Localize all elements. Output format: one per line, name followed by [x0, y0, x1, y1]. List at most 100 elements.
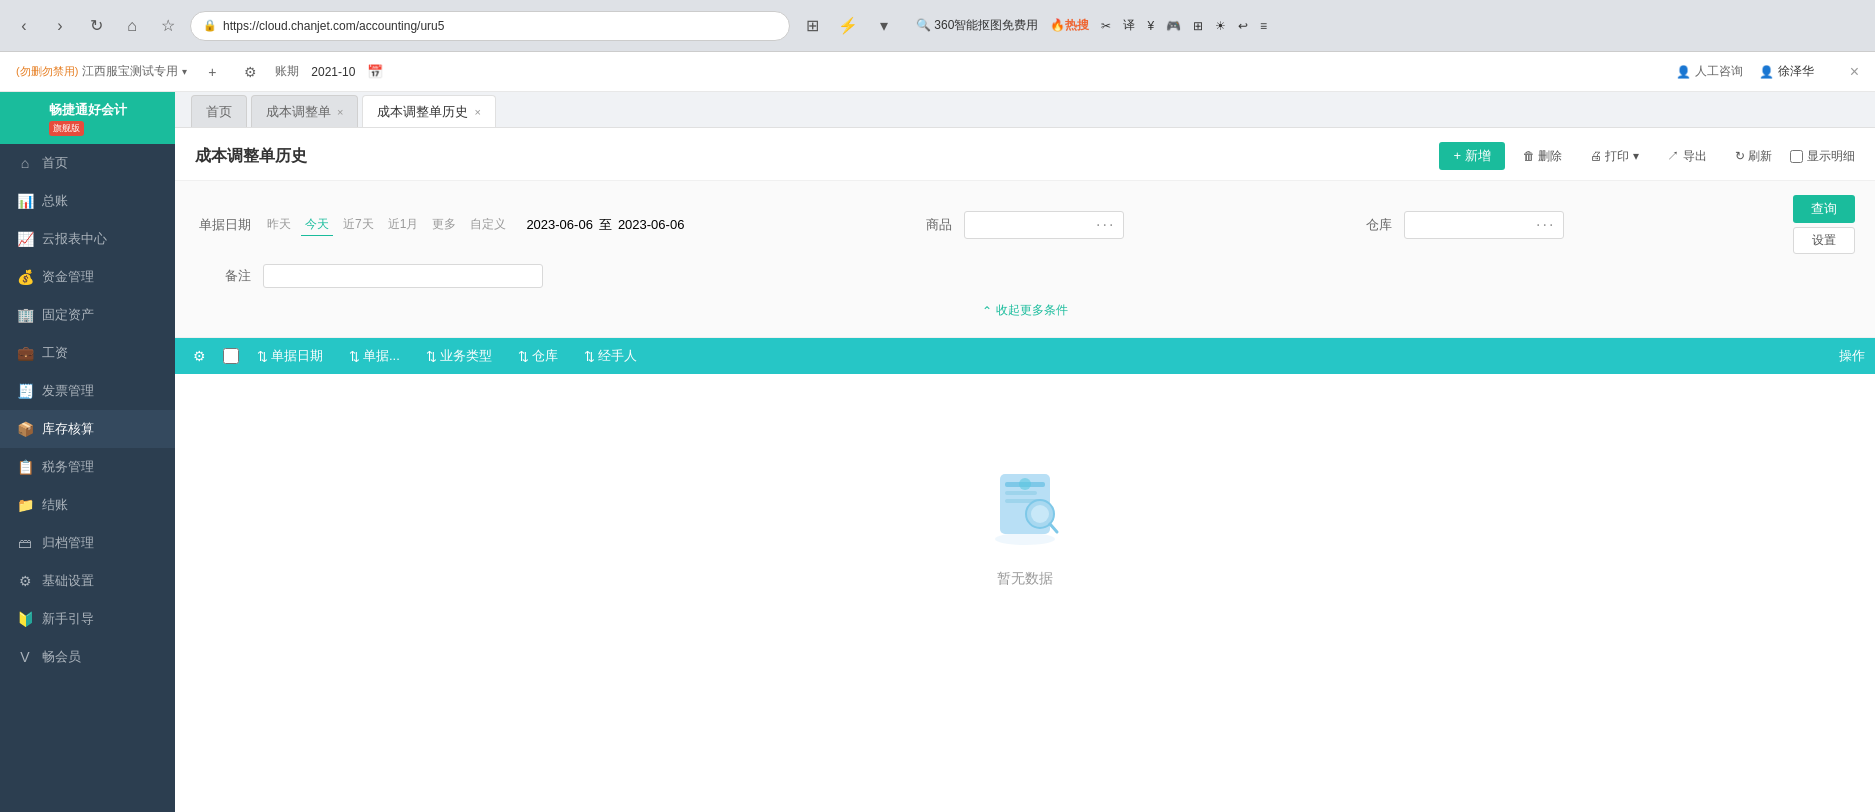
dropdown-button[interactable]: ▾ [870, 12, 898, 40]
shortcut-7days[interactable]: 近7天 [339, 214, 378, 235]
hot-search-btn[interactable]: 🔥热搜 [1050, 17, 1089, 34]
sidebar-label-vip: 畅会员 [42, 648, 81, 666]
date-range-display: 2023-06-06 至 2023-06-06 [526, 216, 684, 234]
menu-btn[interactable]: ≡ [1260, 19, 1267, 33]
sidebar-item-inventory[interactable]: 📦 库存核算 [0, 410, 175, 448]
print-button[interactable]: 🖨 打印 ▾ [1580, 144, 1649, 169]
sidebar-item-vip[interactable]: V 畅会员 [0, 638, 175, 676]
col-header-actions: 操作 [1839, 347, 1865, 365]
sidebar-item-home[interactable]: ⌂ 首页 [0, 144, 175, 182]
show-columns-label: 显示明细 [1807, 148, 1855, 165]
table-settings-icon[interactable]: ⚙ [185, 342, 213, 370]
sidebar-item-funds[interactable]: 💰 资金管理 [0, 258, 175, 296]
home-button[interactable]: ⌂ [118, 12, 146, 40]
date-shortcuts: 昨天 今天 近7天 近1月 更多 自定义 [263, 214, 510, 236]
filter-note-row: 备注 [195, 264, 1855, 288]
shortcut-1month[interactable]: 近1月 [384, 214, 423, 235]
tax-icon: 📋 [16, 459, 34, 475]
sidebar-label-salary: 工资 [42, 344, 68, 362]
col-warehouse-sort-icon: ⇅ [518, 349, 529, 364]
sidebar-item-closing[interactable]: 📁 结账 [0, 486, 175, 524]
company-selector[interactable]: (勿删勿禁用) 江西服宝测试专用 ▾ [16, 63, 187, 80]
tab-home-label: 首页 [206, 103, 232, 121]
warehouse-select[interactable]: ··· [1404, 211, 1564, 239]
gold-btn[interactable]: ¥ [1147, 19, 1154, 33]
col-header-biztype[interactable]: ⇅ 业务类型 [418, 347, 500, 365]
tab-cost-adjust-close[interactable]: × [337, 106, 343, 118]
brightness-btn[interactable]: ☀ [1215, 19, 1226, 33]
home-icon: ⌂ [16, 155, 34, 171]
address-bar[interactable]: 🔒 https://cloud.chanjet.com/accounting/u… [190, 11, 790, 41]
back-button[interactable]: ‹ [10, 12, 38, 40]
sidebar-item-assets[interactable]: 🏢 固定资产 [0, 296, 175, 334]
collapse-button[interactable]: ⌃ 收起更多条件 [195, 298, 1855, 323]
invoice-icon: 🧾 [16, 383, 34, 399]
query-button[interactable]: 查询 [1793, 195, 1855, 223]
sidebar-item-tax[interactable]: 📋 税务管理 [0, 448, 175, 486]
shortcut-yesterday[interactable]: 昨天 [263, 214, 295, 235]
col-header-operator[interactable]: ⇅ 经手人 [576, 347, 645, 365]
tab-home[interactable]: 首页 [191, 95, 247, 127]
filter-date-row: 单据日期 昨天 今天 近7天 近1月 更多 自定义 2023-06-06 至 2… [195, 195, 1855, 254]
select-all-checkbox[interactable] [223, 348, 239, 364]
logo-text: 畅捷通好会计 [49, 101, 127, 119]
col-header-date[interactable]: ⇅ 单据日期 [249, 347, 331, 365]
extensions-button[interactable]: ⊞ [798, 12, 826, 40]
cut-btn[interactable]: ✂ [1101, 19, 1111, 33]
sidebar-label-reports: 云报表中心 [42, 230, 107, 248]
topbar-close-btn[interactable]: × [1850, 63, 1859, 81]
reload-button[interactable]: ↻ [82, 12, 110, 40]
calendar-icon[interactable]: 📅 [367, 64, 383, 79]
tab-cost-adjust-history[interactable]: 成本调整单历史 × [362, 95, 495, 127]
sidebar-label-invoice: 发票管理 [42, 382, 94, 400]
sidebar-item-reports[interactable]: 📈 云报表中心 [0, 220, 175, 258]
warehouse-dots: ··· [1536, 216, 1555, 234]
product-select[interactable]: ··· [964, 211, 1124, 239]
add-button[interactable]: + 新增 [1439, 142, 1504, 170]
reports-icon: 📈 [16, 231, 34, 247]
sidebar-item-salary[interactable]: 💼 工资 [0, 334, 175, 372]
sidebar-item-archive[interactable]: 🗃 归档管理 [0, 524, 175, 562]
star-button[interactable]: ☆ [154, 12, 182, 40]
company-dropdown-icon: ▾ [182, 66, 187, 77]
show-columns-input[interactable] [1790, 150, 1803, 163]
date-separator: 至 [599, 216, 612, 234]
company-name: 江西服宝测试专用 [82, 63, 178, 80]
show-columns-checkbox[interactable]: 显示明细 [1790, 148, 1855, 165]
tab-cost-adjust-history-close[interactable]: × [474, 106, 480, 118]
settings-icon-btn[interactable]: ⚙ [237, 59, 263, 85]
sidebar-item-invoice[interactable]: 🧾 发票管理 [0, 372, 175, 410]
filter-settings-button[interactable]: 设置 [1793, 227, 1855, 254]
topbar-right: 👤 人工咨询 👤 徐泽华 × [1676, 63, 1859, 81]
shortcut-today[interactable]: 今天 [301, 214, 333, 236]
sidebar: 畅捷通好会计 旗舰版 ⌂ 首页 📊 总账 📈 云报表中心 💰 资金管理 🏢 固定… [0, 92, 175, 812]
shortcut-more[interactable]: 更多 [428, 214, 460, 235]
user-button[interactable]: 👤 徐泽华 [1759, 63, 1814, 80]
translate-btn[interactable]: 译 [1123, 17, 1135, 34]
add-tab-button[interactable]: + [199, 59, 225, 85]
col-header-warehouse[interactable]: ⇅ 仓库 [510, 347, 566, 365]
forward-button[interactable]: › [46, 12, 74, 40]
game-btn[interactable]: 🎮 [1166, 19, 1181, 33]
note-label: 备注 [195, 267, 251, 285]
lightning-button[interactable]: ⚡ [834, 12, 862, 40]
tab-cost-adjust[interactable]: 成本调整单 × [251, 95, 358, 127]
col-header-number[interactable]: ⇅ 单据... [341, 347, 408, 365]
undo-btn[interactable]: ↩ [1238, 19, 1248, 33]
note-input[interactable] [263, 264, 543, 288]
delete-button[interactable]: 🗑 删除 [1513, 144, 1572, 169]
sidebar-item-ledger[interactable]: 📊 总账 [0, 182, 175, 220]
svg-point-6 [1031, 505, 1049, 523]
col-biztype-label: 业务类型 [440, 347, 492, 365]
sidebar-item-guide[interactable]: 🔰 新手引导 [0, 600, 175, 638]
sidebar-item-settings[interactable]: ⚙ 基础设置 [0, 562, 175, 600]
search-tool[interactable]: 🔍 360智能抠图免费用 [916, 17, 1038, 34]
svg-point-8 [1019, 478, 1031, 490]
page-content: 成本调整单历史 + 新增 🗑 删除 🖨 打印 ▾ ↗ 导出 ↻ 刷新 显示明细 [175, 128, 1875, 812]
export-button[interactable]: ↗ 导出 [1657, 144, 1716, 169]
refresh-button[interactable]: ↻ 刷新 [1725, 144, 1782, 169]
shortcut-custom[interactable]: 自定义 [466, 214, 510, 235]
print-dropdown-icon[interactable]: ▾ [1633, 149, 1639, 163]
grid-btn[interactable]: ⊞ [1193, 19, 1203, 33]
service-button[interactable]: 👤 人工咨询 [1676, 63, 1743, 80]
